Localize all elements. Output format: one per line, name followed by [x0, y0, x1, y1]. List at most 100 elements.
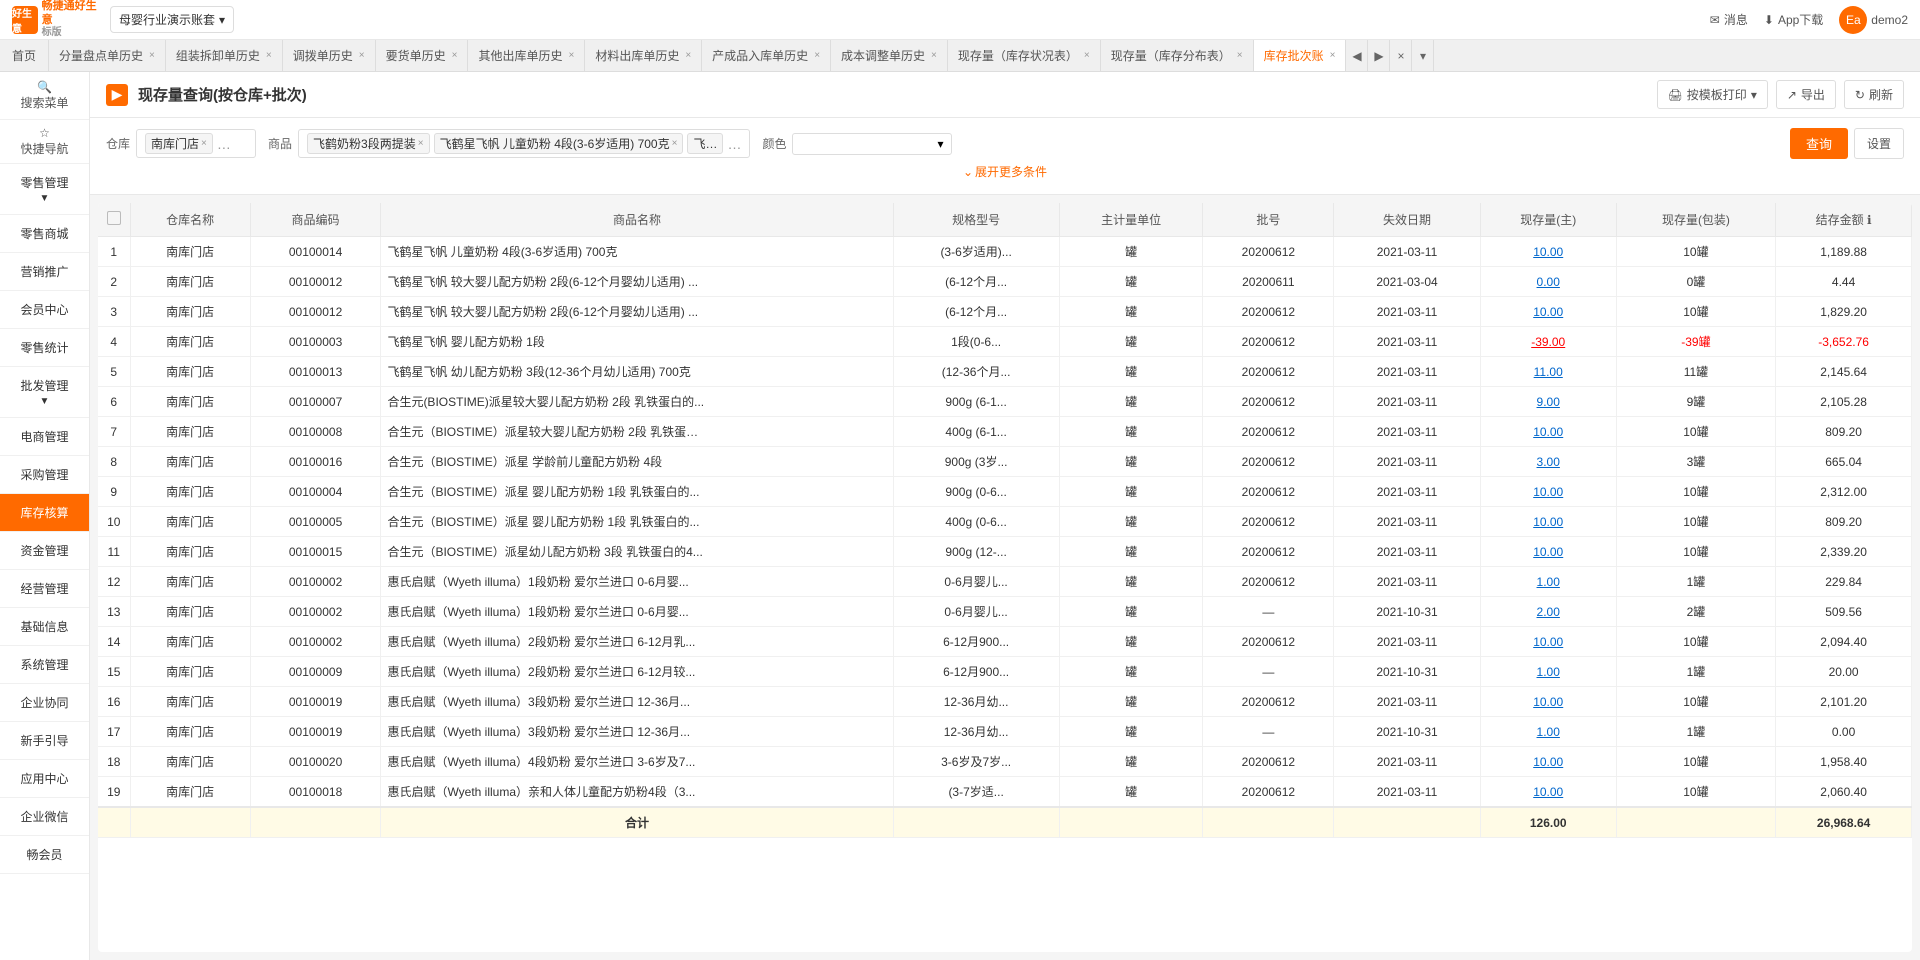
row-qty-main[interactable]: 10.00 [1480, 507, 1616, 537]
sidebar-item-basics[interactable]: 基础信息 [0, 608, 89, 646]
tab-home[interactable]: 首页 [0, 40, 49, 72]
sidebar-item-member[interactable]: 会员中心 [0, 291, 89, 329]
expand-conditions-btn[interactable]: ⌄ 展开更多条件 [963, 163, 1047, 180]
close-icon[interactable]: × [568, 50, 574, 61]
summary-empty5 [1059, 807, 1203, 838]
tab-zuche[interactable]: 组装拆卸单历史 × [166, 40, 283, 72]
product-input[interactable]: 飞鹤奶粉3段两提装 × 飞鹤星飞帆 儿童奶粉 4段(3-6岁适用) 700克 ×… [298, 129, 750, 158]
sidebar-item-guide[interactable]: 新手引导 [0, 722, 89, 760]
row-qty-main[interactable]: 10.00 [1480, 687, 1616, 717]
sidebar-item-appstore[interactable]: 应用中心 [0, 760, 89, 798]
row-qty-main[interactable]: 1.00 [1480, 717, 1616, 747]
row-expire: 2021-03-11 [1334, 627, 1481, 657]
close-icon[interactable]: × [1237, 50, 1243, 61]
close-icon[interactable]: × [149, 50, 155, 61]
tab-fenpan[interactable]: 分量盘点单历史 × [49, 40, 166, 72]
sidebar-item-collab[interactable]: 企业协同 [0, 684, 89, 722]
row-qty-main[interactable]: 3.00 [1480, 447, 1616, 477]
header-checkbox[interactable] [107, 211, 121, 225]
row-warehouse: 南库门店 [130, 657, 250, 687]
row-qty-main[interactable]: 10.00 [1480, 237, 1616, 267]
row-qty-main[interactable]: 1.00 [1480, 567, 1616, 597]
row-qty-main[interactable]: 1.00 [1480, 657, 1616, 687]
color-input[interactable]: ▾ [792, 133, 952, 155]
app-download-btn[interactable]: ⬇ App下载 [1764, 11, 1823, 28]
tag-close-icon[interactable]: × [672, 138, 678, 149]
sidebar-item-wholesale[interactable]: 批发管理 ▼ [0, 367, 89, 418]
close-icon[interactable]: × [452, 50, 458, 61]
tab-diaob[interactable]: 调拨单历史 × [283, 40, 376, 72]
row-qty-main[interactable]: 10.00 [1480, 627, 1616, 657]
close-icon[interactable]: × [1084, 50, 1090, 61]
row-batch: 20200612 [1203, 447, 1334, 477]
sidebar-quicknav[interactable]: ☆ 快捷导航 [0, 120, 89, 164]
sidebar-item-purchase[interactable]: 采购管理 [0, 456, 89, 494]
tag-close-icon[interactable]: × [418, 138, 424, 149]
tab-close-btn[interactable]: × [1390, 40, 1412, 72]
setting-btn[interactable]: 设置 [1854, 128, 1904, 159]
row-qty-main[interactable]: 10.00 [1480, 477, 1616, 507]
tab-clck[interactable]: 材料出库单历史 × [585, 40, 702, 72]
sidebar-item-marketing[interactable]: 营销推广 [0, 253, 89, 291]
row-qty-main[interactable]: 10.00 [1480, 777, 1616, 808]
warehouse-input[interactable]: 南库门店 × … [136, 129, 256, 158]
tab-yaohuo[interactable]: 要货单历史 × [376, 40, 469, 72]
close-icon[interactable]: × [931, 50, 937, 61]
row-qty-main[interactable]: 10.00 [1480, 417, 1616, 447]
row-spec: 0-6月婴儿... [893, 597, 1059, 627]
query-btn[interactable]: 查询 [1790, 128, 1848, 159]
tab-expand-btn[interactable]: ▾ [1412, 40, 1434, 72]
sidebar-item-inventory[interactable]: 库存核算 [0, 494, 89, 532]
row-qty-main[interactable]: 2.00 [1480, 597, 1616, 627]
message-btn[interactable]: ✉ 消息 [1710, 11, 1748, 28]
close-icon[interactable]: × [685, 50, 691, 61]
row-spec: 400g (6-1... [893, 417, 1059, 447]
toggle-btn[interactable]: ▶ [106, 84, 128, 106]
row-unit: 罐 [1059, 297, 1203, 327]
more-icon[interactable]: … [217, 136, 231, 152]
tab-xcfb[interactable]: 现存量（库存分布表） × [1101, 40, 1254, 72]
row-qty-main[interactable]: 11.00 [1480, 357, 1616, 387]
refresh-icon: ↻ [1855, 88, 1865, 102]
row-qty-main[interactable]: 10.00 [1480, 537, 1616, 567]
tab-crk[interactable]: 产成品入库单历史 × [702, 40, 831, 72]
refresh-btn[interactable]: ↻ 刷新 [1844, 80, 1904, 109]
sidebar-item-system[interactable]: 系统管理 [0, 646, 89, 684]
row-qty-main[interactable]: -39.00 [1480, 327, 1616, 357]
sidebar-item-weixin[interactable]: 企业微信 [0, 798, 89, 836]
row-qty-main[interactable]: 9.00 [1480, 387, 1616, 417]
tab-cbtz[interactable]: 成本调整单历史 × [831, 40, 948, 72]
tab-qtck[interactable]: 其他出库单历史 × [468, 40, 585, 72]
export-btn[interactable]: ↗ 导出 [1776, 80, 1836, 109]
sidebar-search[interactable]: 🔍 搜索菜单 [0, 72, 89, 120]
tab-prev-btn[interactable]: ◀ [1346, 40, 1368, 72]
row-qty-main[interactable]: 10.00 [1480, 297, 1616, 327]
sidebar-item-operations[interactable]: 经营管理 [0, 570, 89, 608]
more-icon[interactable]: … [727, 136, 741, 152]
sidebar-item-retail-mall[interactable]: 零售商城 [0, 215, 89, 253]
workspace-selector[interactable]: 母婴行业演示账套 ▾ [110, 6, 234, 33]
top-bar: 好生意 畅捷通好生意 标版 母婴行业演示账套 ▾ ✉ 消息 ⬇ App下载 Ea… [0, 0, 1920, 40]
row-code: 00100014 [250, 237, 381, 267]
row-unit: 罐 [1059, 447, 1203, 477]
sidebar-item-member2[interactable]: 畅会员 [0, 836, 89, 874]
page-header: ▶ 现存量查询(按仓库+批次) 🖨 按模板打印 ▾ ↗ 导出 ↻ 刷新 [90, 72, 1920, 118]
close-icon[interactable]: × [359, 50, 365, 61]
row-unit: 罐 [1059, 477, 1203, 507]
sidebar-item-ecommerce[interactable]: 电商管理 [0, 418, 89, 456]
sidebar-item-retail-stats[interactable]: 零售统计 [0, 329, 89, 367]
row-qty-pkg: 1罐 [1616, 567, 1776, 597]
tab-next-btn[interactable]: ▶ [1368, 40, 1390, 72]
user-info[interactable]: Ea demo2 [1839, 6, 1908, 34]
tab-kczh[interactable]: 库存批次账 × [1254, 40, 1347, 72]
tab-xclk[interactable]: 现存量（库存状况表） × [948, 40, 1101, 72]
row-qty-main[interactable]: 0.00 [1480, 267, 1616, 297]
close-icon[interactable]: × [814, 50, 820, 61]
template-print-btn[interactable]: 🖨 按模板打印 ▾ [1657, 80, 1768, 109]
row-qty-main[interactable]: 10.00 [1480, 747, 1616, 777]
close-icon[interactable]: × [1330, 50, 1336, 61]
sidebar-item-finance[interactable]: 资金管理 [0, 532, 89, 570]
sidebar-item-retail-mgmt[interactable]: 零售管理 ▼ [0, 164, 89, 215]
close-icon[interactable]: × [266, 50, 272, 61]
tag-close-icon[interactable]: × [201, 138, 207, 149]
